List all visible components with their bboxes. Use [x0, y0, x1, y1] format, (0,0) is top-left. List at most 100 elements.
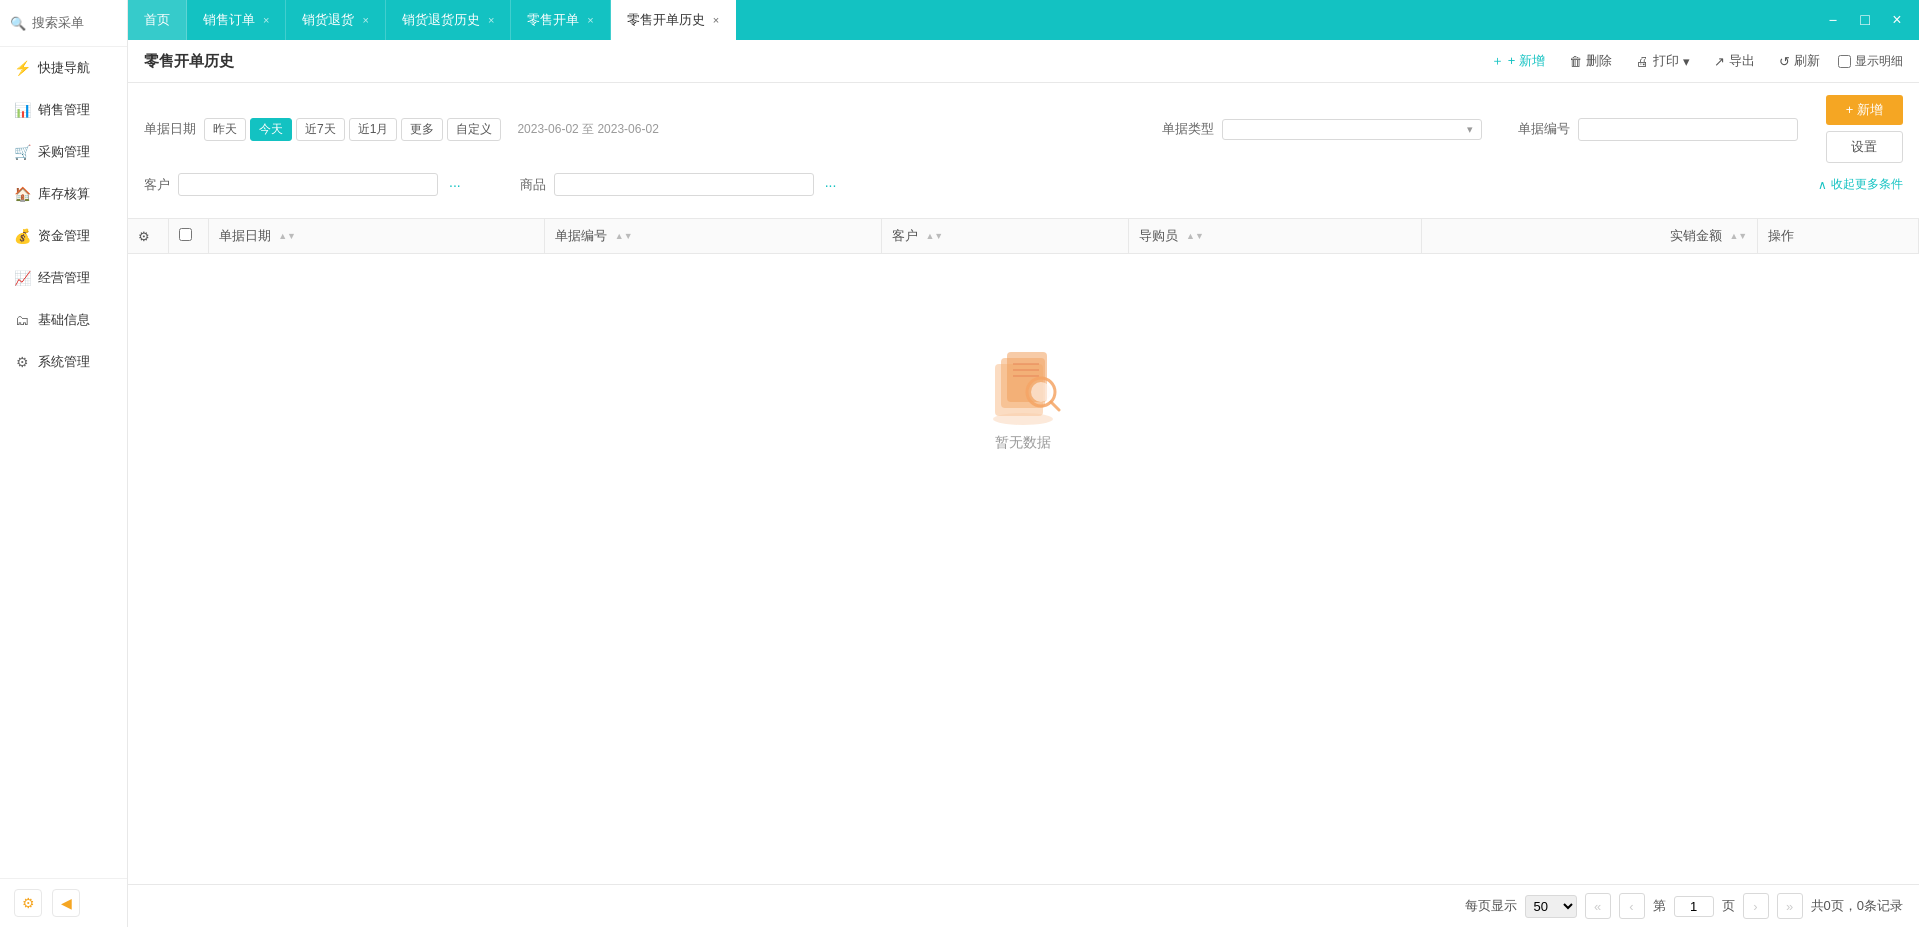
tab-close-retail-history[interactable]: × [713, 14, 719, 26]
display-detail-checkbox[interactable] [1838, 55, 1851, 68]
tab-label-retail-open: 零售开单 [527, 11, 579, 29]
tab-sales-return[interactable]: 销货退货× [286, 0, 385, 40]
sidebar-item-label: 快捷导航 [38, 59, 90, 77]
first-page-button[interactable]: « [1585, 893, 1611, 919]
last-page-button[interactable]: » [1777, 893, 1803, 919]
th-amount-label: 实销金额 [1670, 228, 1722, 243]
page-number-input[interactable] [1674, 896, 1714, 917]
toolbar-actions: ＋ + 新增 🗑 删除 🖨 打印 ▾ ↗ 导出 ↺ 刷新 显示 [1485, 48, 1903, 74]
query-button[interactable]: + 新增 [1826, 95, 1903, 125]
sidebar-item-xitong[interactable]: ⚙系统管理 [0, 341, 127, 383]
th-date-sort-icon[interactable]: ▲▼ [278, 232, 296, 241]
th-number-sort-icon[interactable]: ▲▼ [615, 232, 633, 241]
th-settings[interactable]: ⚙ [128, 219, 168, 254]
tab-home[interactable]: 首页 [128, 0, 187, 40]
date-btn-今天[interactable]: 今天 [250, 118, 292, 141]
sidebar-search[interactable]: 🔍 搜索采单 [0, 0, 127, 47]
delete-label: 删除 [1586, 52, 1612, 70]
page-title: 零售开单历史 [144, 52, 234, 71]
print-arrow-icon: ▾ [1683, 54, 1690, 69]
table-header: ⚙ 单据日期 ▲▼ 单据编号 ▲▼ 客户 ▲▼ [128, 219, 1919, 254]
date-label: 单据日期 [144, 120, 196, 138]
date-buttons: 昨天今天近7天近1月更多自定义 [204, 118, 501, 141]
sidebar-item-zijin[interactable]: 💰资金管理 [0, 215, 127, 257]
date-btn-昨天[interactable]: 昨天 [204, 118, 246, 141]
sidebar-bottom: ⚙ ◀ [0, 878, 127, 927]
collapse-label: 收起更多条件 [1831, 176, 1903, 193]
select-all-checkbox[interactable] [179, 228, 192, 241]
data-table: ⚙ 单据日期 ▲▼ 单据编号 ▲▼ 客户 ▲▼ [128, 219, 1919, 532]
sidebar-menu: ⚡ 快捷导航 📊销售管理🛒采购管理🏠库存核算💰资金管理📈经营管理🗂基础信息⚙系统管理 [0, 47, 127, 878]
refresh-button[interactable]: ↺ 刷新 [1773, 48, 1826, 74]
sidebar-item-kuaijie[interactable]: ⚡ 快捷导航 [0, 47, 127, 89]
tab-label-retail-history: 零售开单历史 [627, 11, 705, 29]
page-label: 第 [1653, 897, 1666, 915]
pagination-bar: 每页显示 50 10 20 100 « ‹ 第 页 › » 共0页，0条记录 [128, 884, 1919, 927]
type-field: 单据类型 ▾ [1162, 119, 1482, 140]
settings-icon: ⚙ [138, 229, 150, 244]
tab-sales-return-history[interactable]: 销货退货历史× [386, 0, 511, 40]
type-label: 单据类型 [1162, 120, 1214, 138]
th-salesperson-sort-icon[interactable]: ▲▼ [1186, 232, 1204, 241]
sidebar-item-label: 销售管理 [38, 101, 90, 119]
th-customer-sort-icon[interactable]: ▲▼ [925, 232, 943, 241]
empty-state: 暂无数据 [128, 254, 1919, 532]
date-btn-近1月[interactable]: 近1月 [349, 118, 398, 141]
tab-close-sales-order[interactable]: × [263, 14, 269, 26]
sidebar-item-caigou[interactable]: 🛒采购管理 [0, 131, 127, 173]
zijin-icon: 💰 [14, 228, 30, 244]
main-content: 首页销售订单×销货退货×销货退货历史×零售开单×零售开单历史× － □ × 零售… [128, 0, 1919, 927]
date-btn-更多[interactable]: 更多 [401, 118, 443, 141]
tab-close-sales-return-history[interactable]: × [488, 14, 494, 26]
date-btn-近7天[interactable]: 近7天 [296, 118, 345, 141]
sidebar-item-label: 采购管理 [38, 143, 90, 161]
kuaijie-icon: ⚡ [14, 60, 30, 76]
display-detail-toggle[interactable]: 显示明细 [1838, 53, 1903, 70]
close-button[interactable]: × [1885, 8, 1909, 32]
customer-dots-button[interactable]: ··· [446, 174, 464, 196]
customer-input[interactable] [178, 173, 438, 196]
th-checkbox[interactable] [168, 219, 208, 254]
print-button[interactable]: 🖨 打印 ▾ [1630, 48, 1696, 74]
tab-label-sales-order: 销售订单 [203, 11, 255, 29]
collapse-button[interactable]: ∧ 收起更多条件 [1818, 176, 1903, 193]
sidebar-item-kucun[interactable]: 🏠库存核算 [0, 173, 127, 215]
tab-retail-open[interactable]: 零售开单 × [511, 0, 610, 40]
settings-button[interactable]: 设置 [1826, 131, 1903, 163]
number-field: 单据编号 [1518, 118, 1798, 141]
empty-state-row: 暂无数据 [128, 254, 1919, 533]
th-number: 单据编号 ▲▼ [545, 219, 882, 254]
th-amount-sort-icon[interactable]: ▲▼ [1729, 232, 1747, 241]
total-info: 共0页，0条记录 [1811, 897, 1903, 915]
tab-retail-history[interactable]: 零售开单历史 × [611, 0, 736, 40]
per-page-select[interactable]: 50 10 20 100 [1525, 895, 1577, 918]
add-icon: ＋ [1491, 52, 1504, 70]
number-input[interactable] [1578, 118, 1798, 141]
tab-sales-order[interactable]: 销售订单 × [187, 0, 286, 40]
tab-close-retail-open[interactable]: × [587, 14, 593, 26]
maximize-button[interactable]: □ [1853, 8, 1877, 32]
number-label: 单据编号 [1518, 120, 1570, 138]
tab-close-sales-return[interactable]: × [362, 14, 368, 26]
prev-page-button[interactable]: ‹ [1619, 893, 1645, 919]
export-button[interactable]: ↗ 导出 [1708, 48, 1761, 74]
sidebar-item-jichu[interactable]: 🗂基础信息 [0, 299, 127, 341]
per-page-label: 每页显示 [1465, 897, 1517, 915]
collapse-sidebar-icon[interactable]: ◀ [52, 889, 80, 917]
sidebar-item-xiaoshou[interactable]: 📊销售管理 [0, 89, 127, 131]
search-row-1: 单据日期 昨天今天近7天近1月更多自定义 2023-06-02 至 2023-0… [144, 95, 1903, 163]
date-btn-自定义[interactable]: 自定义 [447, 118, 501, 141]
th-customer: 客户 ▲▼ [881, 219, 1129, 254]
settings-bottom-icon[interactable]: ⚙ [14, 889, 42, 917]
minimize-button[interactable]: － [1821, 8, 1845, 32]
sidebar-item-label: 经营管理 [38, 269, 90, 287]
delete-button[interactable]: 🗑 删除 [1563, 48, 1618, 74]
goods-input[interactable] [554, 173, 814, 196]
add-button[interactable]: ＋ + 新增 [1485, 48, 1551, 74]
goods-dots-button[interactable]: ··· [822, 174, 840, 196]
sidebar-item-jingying[interactable]: 📈经营管理 [0, 257, 127, 299]
next-page-button[interactable]: › [1743, 893, 1769, 919]
type-select[interactable]: ▾ [1222, 119, 1482, 140]
xitong-icon: ⚙ [14, 354, 30, 370]
toolbar: 零售开单历史 ＋ + 新增 🗑 删除 🖨 打印 ▾ ↗ 导出 ↺ 刷新 [128, 40, 1919, 83]
